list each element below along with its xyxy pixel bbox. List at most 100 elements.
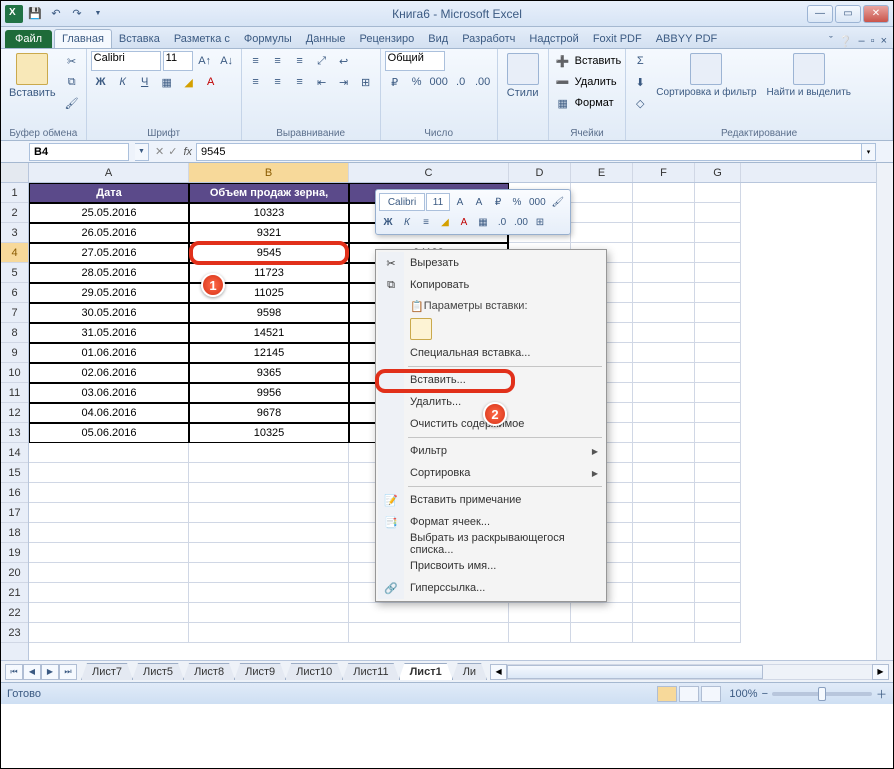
mini-fill-color-icon[interactable]: ◢ xyxy=(436,213,454,231)
hscroll-left-icon[interactable]: ◀ xyxy=(490,664,507,680)
zoom-level[interactable]: 100% xyxy=(729,688,757,700)
ctx-cut[interactable]: ✂Вырезать xyxy=(378,252,604,274)
cell[interactable]: 12145 xyxy=(189,343,349,363)
tab-abbyy[interactable]: ABBYY PDF xyxy=(649,30,725,48)
cell[interactable]: 9545 xyxy=(189,243,349,263)
format-painter-icon[interactable]: 🖌 xyxy=(62,93,82,113)
help-icon[interactable]: ❔ xyxy=(839,35,853,48)
cell[interactable] xyxy=(509,603,571,623)
zoom-out-icon[interactable]: − xyxy=(762,688,768,700)
row-header[interactable]: 21 xyxy=(1,583,28,603)
currency-icon[interactable]: ₽ xyxy=(385,72,405,92)
cell[interactable]: 25.05.2016 xyxy=(29,203,189,223)
cell[interactable] xyxy=(695,263,741,283)
decrease-decimal-icon[interactable]: .00 xyxy=(473,72,493,92)
cell[interactable] xyxy=(695,243,741,263)
cell[interactable]: Объем продаж зерна, xyxy=(189,183,349,203)
mini-shrink-font-icon[interactable]: A xyxy=(470,193,488,211)
cell[interactable] xyxy=(29,503,189,523)
cell[interactable] xyxy=(29,603,189,623)
tab-home[interactable]: Главная xyxy=(54,29,112,48)
cell[interactable] xyxy=(509,623,571,643)
sheet-first-icon[interactable]: ⏮ xyxy=(5,664,23,680)
close-button[interactable]: ✕ xyxy=(863,5,889,23)
view-page-break-icon[interactable] xyxy=(701,686,721,702)
cell[interactable]: 10323 xyxy=(189,203,349,223)
cell[interactable] xyxy=(633,483,695,503)
row-header[interactable]: 8 xyxy=(1,323,28,343)
col-A[interactable]: A xyxy=(29,163,189,182)
row-header[interactable]: 17 xyxy=(1,503,28,523)
wrap-text-icon[interactable]: ↩ xyxy=(334,51,354,71)
mini-grow-font-icon[interactable]: A xyxy=(451,193,469,211)
decrease-indent-icon[interactable]: ⇤ xyxy=(312,72,332,92)
row-header[interactable]: 23 xyxy=(1,623,28,643)
cell[interactable] xyxy=(571,183,633,203)
formula-input[interactable]: 9545 xyxy=(196,143,862,161)
vertical-scrollbar[interactable] xyxy=(876,163,893,660)
cell[interactable] xyxy=(633,463,695,483)
row-header[interactable]: 14 xyxy=(1,443,28,463)
comma-icon[interactable]: 000 xyxy=(429,72,449,92)
cell[interactable] xyxy=(633,443,695,463)
ctx-comment[interactable]: 📝Вставить примечание xyxy=(378,489,604,511)
mini-dec-decimal-icon[interactable]: .00 xyxy=(512,213,530,231)
tab-review[interactable]: Рецензиро xyxy=(353,30,422,48)
cell[interactable] xyxy=(29,543,189,563)
bold-button[interactable]: Ж xyxy=(91,72,111,92)
cell[interactable] xyxy=(695,583,741,603)
cell[interactable]: 9365 xyxy=(189,363,349,383)
align-bottom-icon[interactable]: ≡ xyxy=(290,51,310,71)
cell[interactable] xyxy=(695,543,741,563)
row-header[interactable]: 12 xyxy=(1,403,28,423)
cell[interactable] xyxy=(633,203,695,223)
cell[interactable] xyxy=(29,563,189,583)
ribbon-minimize-icon[interactable]: ˇ xyxy=(829,35,833,48)
view-normal-icon[interactable] xyxy=(657,686,677,702)
row-header[interactable]: 22 xyxy=(1,603,28,623)
ctx-paste-special[interactable]: Специальная вставка... xyxy=(378,342,604,364)
cut-icon[interactable]: ✂ xyxy=(62,51,82,71)
qat-dropdown-icon[interactable]: ▼ xyxy=(89,5,107,23)
cell[interactable] xyxy=(695,223,741,243)
cell[interactable] xyxy=(633,563,695,583)
cell[interactable]: 01.06.2016 xyxy=(29,343,189,363)
row-header[interactable]: 5 xyxy=(1,263,28,283)
ctx-copy[interactable]: ⧉Копировать xyxy=(378,274,604,296)
tab-addins[interactable]: Надстрой xyxy=(522,30,585,48)
row-header[interactable]: 10 xyxy=(1,363,28,383)
italic-button[interactable]: К xyxy=(113,72,133,92)
mini-percent-icon[interactable]: % xyxy=(508,193,526,211)
cell[interactable] xyxy=(633,543,695,563)
cell[interactable] xyxy=(695,323,741,343)
tab-data[interactable]: Данные xyxy=(299,30,353,48)
increase-font-icon[interactable]: A↑ xyxy=(195,51,215,71)
font-color-icon[interactable]: A xyxy=(201,72,221,92)
row-header[interactable]: 2 xyxy=(1,203,28,223)
select-all-corner[interactable] xyxy=(1,163,28,183)
row-header[interactable]: 13 xyxy=(1,423,28,443)
font-size-combo[interactable]: 11 xyxy=(163,51,193,71)
border-icon[interactable]: ▦ xyxy=(157,72,177,92)
redo-icon[interactable]: ↷ xyxy=(68,5,86,23)
hscroll-right-icon[interactable]: ▶ xyxy=(872,664,889,680)
cell[interactable] xyxy=(29,483,189,503)
tab-page-layout[interactable]: Разметка с xyxy=(167,30,237,48)
mini-format-painter-icon[interactable]: 🖌 xyxy=(549,193,567,211)
cell[interactable] xyxy=(189,443,349,463)
cell[interactable]: 27.05.2016 xyxy=(29,243,189,263)
horizontal-scrollbar[interactable]: ◀ ▶ xyxy=(490,664,889,680)
cell[interactable] xyxy=(349,603,509,623)
mini-currency-icon[interactable]: ₽ xyxy=(489,193,507,211)
row-header[interactable]: 4 xyxy=(1,243,28,263)
cell[interactable]: 03.06.2016 xyxy=(29,383,189,403)
col-F[interactable]: F xyxy=(633,163,695,182)
cell[interactable] xyxy=(695,283,741,303)
cell[interactable] xyxy=(633,603,695,623)
col-D[interactable]: D xyxy=(509,163,571,182)
row-header[interactable]: 16 xyxy=(1,483,28,503)
cell[interactable] xyxy=(633,183,695,203)
name-box-dropdown-icon[interactable]: ▼ xyxy=(135,143,149,161)
ctx-filter[interactable]: Фильтр▶ xyxy=(378,440,604,462)
mini-inc-decimal-icon[interactable]: .0 xyxy=(493,213,511,231)
